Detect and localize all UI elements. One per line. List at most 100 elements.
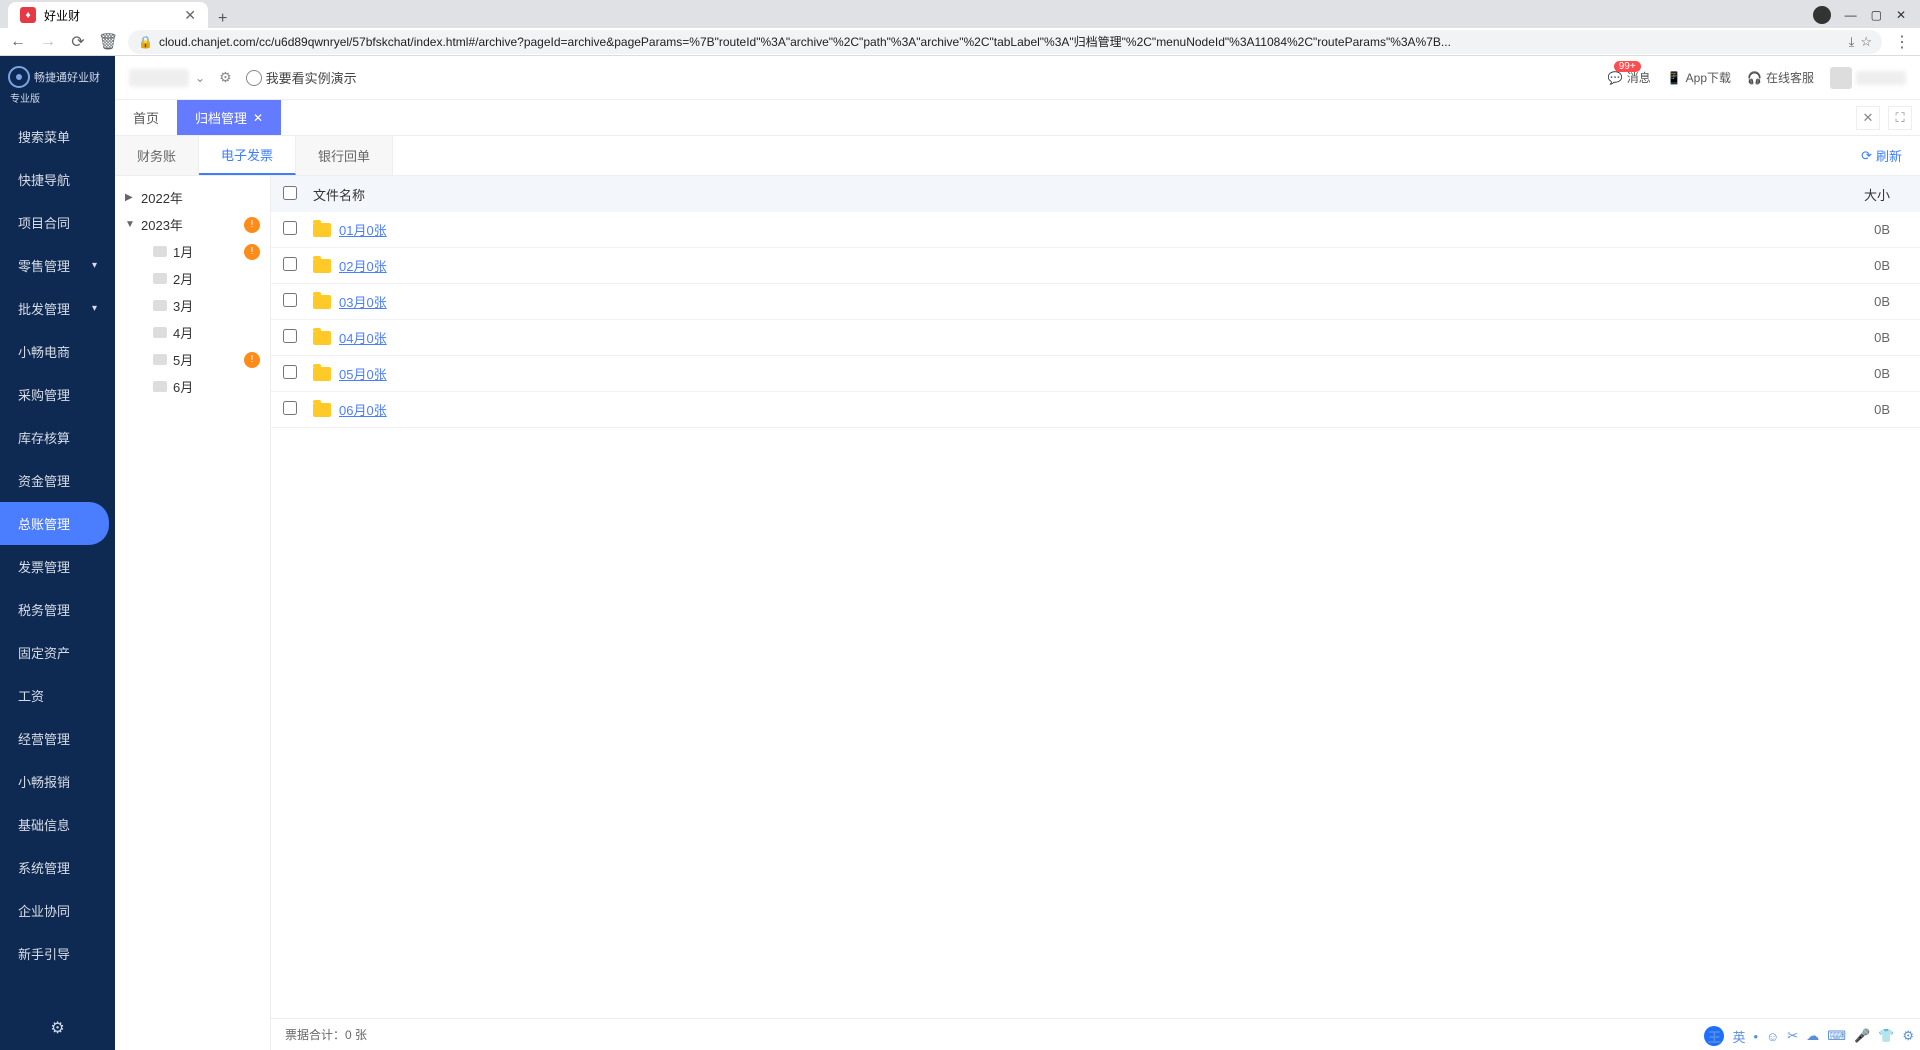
sidebar-item-invoice[interactable]: 发票管理 (0, 545, 115, 588)
ime-settings-icon[interactable]: ⚙ (1902, 1028, 1914, 1044)
incognito-icon[interactable]: ◐ (1813, 6, 1831, 24)
support-button[interactable]: 🎧 在线客服 (1747, 69, 1814, 86)
minimize-button[interactable]: — (1845, 8, 1857, 22)
sidebar-item-tax[interactable]: 税务管理 (0, 588, 115, 631)
file-link[interactable]: 01月0张 (339, 220, 387, 239)
folder-icon (153, 300, 167, 311)
folder-icon (153, 273, 167, 284)
sidebar-item-guide[interactable]: 新手引导 (0, 932, 115, 975)
app-download-button[interactable]: 📱 App下载 (1667, 69, 1731, 86)
refresh-button[interactable]: ⟳ 刷新 (1843, 146, 1920, 165)
file-size: 0B (1838, 330, 1908, 345)
file-area: 文件名称 大小 01月0张 0B 02月0张 0B (271, 176, 1920, 1050)
tree-month-4[interactable]: 4月 (119, 319, 266, 346)
sidebar-item-system[interactable]: 系统管理 (0, 846, 115, 889)
browser-tab[interactable]: ♦ 好业财 ✕ (8, 2, 208, 28)
file-link[interactable]: 05月0张 (339, 364, 387, 383)
ime-lang[interactable]: 英 (1732, 1027, 1745, 1046)
gear-icon[interactable]: ⚙ (219, 69, 232, 86)
sidebar-item-wholesale[interactable]: 批发管理▾ (0, 287, 115, 330)
sidebar-item-collab[interactable]: 企业协同 (0, 889, 115, 932)
file-link[interactable]: 06月0张 (339, 400, 387, 419)
file-link[interactable]: 04月0张 (339, 328, 387, 347)
ime-logo-icon[interactable]: 王 (1704, 1026, 1724, 1046)
sidebar-item-expense[interactable]: 小畅报销 (0, 760, 115, 803)
fullscreen-button[interactable]: ⛶ (1888, 106, 1912, 130)
file-link[interactable]: 02月0张 (339, 256, 387, 275)
tab-close-icon[interactable]: ✕ (253, 111, 263, 125)
sidebar-item-quicknav[interactable]: 快捷导航 (0, 158, 115, 201)
messages-button[interactable]: 99+ 💬 消息 (1608, 69, 1651, 86)
inner-tab-bank[interactable]: 银行回单 (296, 136, 393, 175)
inner-tab-finance[interactable]: 财务账 (115, 136, 199, 175)
chevron-down-icon: ⌄ (195, 71, 205, 85)
ime-mic-icon[interactable]: 🎤 (1854, 1028, 1870, 1044)
tree-month-6[interactable]: 6月 (119, 373, 266, 400)
tab-archive[interactable]: 归档管理 ✕ (177, 100, 281, 135)
table-row: 01月0张 0B (271, 212, 1920, 248)
tree-month-3[interactable]: 3月 (119, 292, 266, 319)
sidebar-item-project[interactable]: 项目合同 (0, 201, 115, 244)
tree-month-5[interactable]: 5月 ! (119, 346, 266, 373)
chevron-down-icon: ▾ (92, 303, 97, 314)
sidebar-item-assets[interactable]: 固定资产 (0, 631, 115, 674)
delete-icon[interactable]: 🗑 (98, 32, 118, 52)
file-link[interactable]: 03月0张 (339, 292, 387, 311)
row-checkbox[interactable] (283, 329, 297, 343)
tab-home[interactable]: 首页 (115, 100, 177, 135)
alert-icon: ! (244, 217, 260, 233)
tree-year-2023[interactable]: ▼ 2023年 ! (119, 211, 266, 238)
sidebar-menu: 搜索菜单 快捷导航 项目合同 零售管理▾ 批发管理▾ 小畅电商 采购管理 库存核… (0, 115, 115, 1006)
demo-link[interactable]: 我要看实例演示 (246, 68, 357, 87)
refresh-icon: ⟳ (1861, 148, 1872, 164)
close-window-button[interactable]: ✕ (1896, 8, 1906, 22)
tree-month-2[interactable]: 2月 (119, 265, 266, 292)
ime-emoji-icon[interactable]: ☺ (1766, 1029, 1779, 1044)
sidebar-item-ecommerce[interactable]: 小畅电商 (0, 330, 115, 373)
sidebar-item-business[interactable]: 经营管理 (0, 717, 115, 760)
sidebar-item-retail[interactable]: 零售管理▾ (0, 244, 115, 287)
row-checkbox[interactable] (283, 401, 297, 415)
bookmark-icon[interactable]: ☆ (1860, 34, 1872, 50)
forward-button[interactable]: → (38, 33, 58, 51)
alert-icon: ! (244, 352, 260, 368)
back-button[interactable]: ← (8, 33, 28, 51)
close-all-tabs-button[interactable]: ✕ (1856, 106, 1880, 130)
org-selector[interactable]: ⌄ (129, 69, 205, 87)
ime-punct-icon[interactable]: • (1753, 1029, 1758, 1044)
sidebar-item-purchase[interactable]: 采购管理 (0, 373, 115, 416)
reload-button[interactable]: ⟳ (68, 32, 88, 52)
ime-skin-icon[interactable]: 👕 (1878, 1028, 1894, 1044)
sidebar-item-funds[interactable]: 资金管理 (0, 459, 115, 502)
sidebar-item-inventory[interactable]: 库存核算 (0, 416, 115, 459)
sidebar-item-basic[interactable]: 基础信息 (0, 803, 115, 846)
inner-tab-einvoice[interactable]: 电子发票 (199, 136, 296, 175)
tree-year-2022[interactable]: ▶ 2022年 (119, 184, 266, 211)
maximize-button[interactable]: ▢ (1871, 8, 1882, 22)
select-all-checkbox[interactable] (283, 186, 297, 200)
url-field[interactable]: 🔒 cloud.chanjet.com/cc/u6d89qwnryel/57bf… (128, 30, 1882, 54)
ime-keyboard-icon[interactable]: ⌨ (1827, 1028, 1846, 1044)
user-menu[interactable] (1830, 67, 1906, 89)
browser-menu-icon[interactable]: ⋮ (1892, 32, 1912, 52)
row-checkbox[interactable] (283, 365, 297, 379)
table-row: 06月0张 0B (271, 392, 1920, 428)
tree-label: 2023年 (141, 215, 183, 234)
install-app-icon[interactable]: ⤓ (1849, 34, 1855, 50)
new-tab-button[interactable]: + (208, 10, 237, 28)
sidebar-item-search[interactable]: 搜索菜单 (0, 115, 115, 158)
tab-close-icon[interactable]: ✕ (184, 7, 196, 24)
tree-month-1[interactable]: 1月 ! (119, 238, 266, 265)
sidebar-item-salary[interactable]: 工资 (0, 674, 115, 717)
ime-cloud-icon[interactable]: ☁ (1806, 1028, 1819, 1044)
ime-scissors-icon[interactable]: ✂ (1787, 1028, 1798, 1044)
row-checkbox[interactable] (283, 221, 297, 235)
sidebar: 畅捷通好业财 专业版 搜索菜单 快捷导航 项目合同 零售管理▾ 批发管理▾ 小畅… (0, 56, 115, 1050)
row-checkbox[interactable] (283, 257, 297, 271)
workspace: ▶ 2022年 ▼ 2023年 ! 1月 ! 2 (115, 176, 1920, 1050)
sidebar-item-ledger[interactable]: 总账管理 (0, 502, 109, 545)
row-checkbox[interactable] (283, 293, 297, 307)
tab-favicon-icon: ♦ (20, 7, 36, 23)
file-size: 0B (1838, 222, 1908, 237)
sidebar-settings-button[interactable]: ⚙ (0, 1006, 115, 1050)
